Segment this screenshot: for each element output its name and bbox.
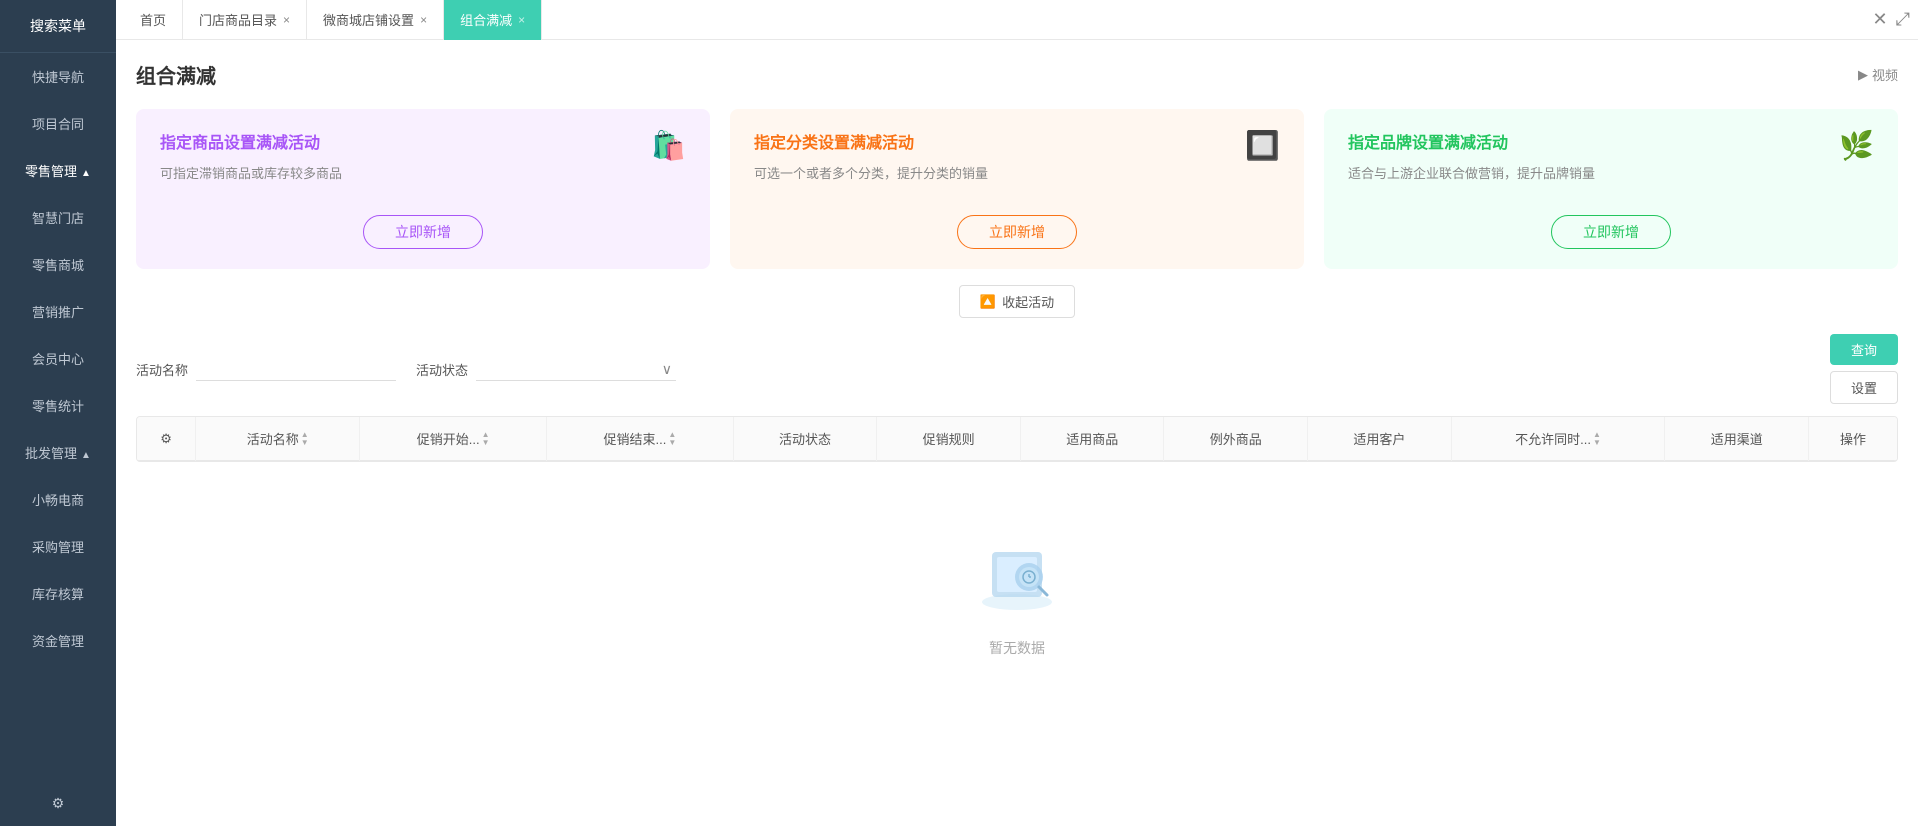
card-icon-brand-card: 🌿	[1839, 129, 1874, 162]
tab-combo-discount[interactable]: 组合满减 ×	[444, 0, 542, 40]
filter-actions: 查询 设置	[1830, 334, 1898, 404]
page-header: 组合满减 ▶ 视频	[136, 60, 1898, 89]
close-window-icon[interactable]: ✕	[1873, 9, 1888, 30]
sidebar: 搜索菜单 快捷导航项目合同零售管理智慧门店零售商城营销推广会员中心零售统计批发管…	[0, 0, 116, 826]
activity-name-filter: 活动名称	[136, 357, 396, 381]
activity-name-input[interactable]	[196, 357, 396, 381]
sidebar-item-project-contract[interactable]: 项目合同	[0, 100, 116, 147]
tab-label-wechat-settings: 微商城店铺设置	[323, 10, 414, 29]
activity-status-select-wrapper	[476, 357, 676, 381]
sidebar-item-member-center[interactable]: 会员中心	[0, 335, 116, 382]
sidebar-search[interactable]: 搜索菜单	[0, 0, 116, 53]
tab-bar: 首页 门店商品目录 × 微商城店铺设置 × 组合满减 × ✕ ⤢	[116, 0, 1918, 40]
th-settings: ⚙	[137, 417, 196, 461]
th-operations: 操作	[1809, 417, 1898, 461]
resize-window-icon[interactable]: ⤢	[1896, 9, 1910, 30]
empty-state: 暂无数据	[136, 462, 1898, 718]
tab-bar-actions: ✕ ⤢	[1873, 9, 1911, 30]
card-btn-product-card[interactable]: 立即新增	[363, 215, 483, 249]
sidebar-item-quick-nav[interactable]: 快捷导航	[0, 53, 116, 100]
th-promo-start[interactable]: 促销开始...▲▼	[360, 417, 547, 461]
main-area: 首页 门店商品目录 × 微商城店铺设置 × 组合满减 × ✕ ⤢ 组合满减 ▶ 视频 指定商…	[116, 0, 1918, 826]
card-title-product-card: 指定商品设置满减活动	[160, 129, 686, 153]
tab-label-store-catalog: 门店商品目录	[199, 10, 277, 29]
gear-icon: ⚙	[52, 795, 65, 811]
video-link[interactable]: ▶ 视频	[1858, 65, 1898, 84]
tab-close-combo-discount[interactable]: ×	[518, 13, 525, 27]
th-promo-rules: 促销规则	[877, 417, 1021, 461]
sidebar-item-retail-mall[interactable]: 零售商城	[0, 241, 116, 288]
sidebar-item-inventory[interactable]: 库存核算	[0, 570, 116, 617]
activity-name-label: 活动名称	[136, 360, 188, 379]
query-button[interactable]: 查询	[1830, 334, 1898, 365]
sidebar-item-wholesale-mgmt[interactable]: 批发管理	[0, 429, 116, 476]
th-applicable-customers: 适用客户	[1308, 417, 1452, 461]
sidebar-item-ecommerce[interactable]: 小畅电商	[0, 476, 116, 523]
activity-status-label: 活动状态	[416, 360, 468, 379]
tab-wechat-settings[interactable]: 微商城店铺设置 ×	[307, 0, 444, 40]
card-product-card: 指定商品设置满减活动可指定滞销商品或库存较多商品🛍️ 立即新增	[136, 109, 710, 269]
chevron-up-icon: 🔼	[980, 294, 996, 310]
page-title: 组合满减	[136, 60, 216, 89]
tab-close-wechat-settings[interactable]: ×	[420, 13, 427, 27]
card-icon-category-card: 🔲	[1245, 129, 1280, 162]
sidebar-item-retail-management[interactable]: 零售管理	[0, 147, 116, 194]
cards-row: 指定商品设置满减活动可指定滞销商品或库存较多商品🛍️立即新增指定分类设置满减活动…	[136, 109, 1898, 269]
play-icon: ▶	[1858, 67, 1868, 83]
tab-label-combo-discount: 组合满减	[460, 10, 512, 29]
sidebar-item-retail-stats[interactable]: 零售统计	[0, 382, 116, 429]
content-area: 组合满减 ▶ 视频 指定商品设置满减活动可指定滞销商品或库存较多商品🛍️ 立即新增…	[116, 40, 1918, 826]
collapse-bar: 🔼 收起活动	[136, 285, 1898, 318]
data-table: ⚙活动名称▲▼促销开始...▲▼促销结束...▲▼活动状态促销规则适用商品例外商…	[137, 417, 1897, 461]
th-applicable-goods: 适用商品	[1020, 417, 1164, 461]
card-title-brand-card: 指定品牌设置满减活动	[1348, 129, 1874, 153]
activity-status-filter: 活动状态	[416, 357, 676, 381]
card-btn-brand-card[interactable]: 立即新增	[1551, 215, 1671, 249]
th-applicable-channels: 适用渠道	[1665, 417, 1809, 461]
sidebar-settings[interactable]: ⚙	[0, 781, 116, 826]
tab-close-store-catalog[interactable]: ×	[283, 13, 290, 27]
sidebar-item-marketing[interactable]: 营销推广	[0, 288, 116, 335]
th-activity-name[interactable]: 活动名称▲▼	[196, 417, 360, 461]
card-brand-card: 指定品牌设置满减活动适合与上游企业联合做营销，提升品牌销量🌿 立即新增	[1324, 109, 1898, 269]
card-icon-product-card: 🛍️	[651, 129, 686, 162]
tab-home[interactable]: 首页	[124, 0, 183, 40]
th-no-concurrent[interactable]: 不允许同时...▲▼	[1451, 417, 1665, 461]
filter-bar: 活动名称 活动状态 查询 设置	[136, 334, 1898, 404]
sidebar-item-finance-mgmt[interactable]: 资金管理	[0, 617, 116, 664]
th-excluded-goods: 例外商品	[1164, 417, 1308, 461]
table-wrapper: ⚙活动名称▲▼促销开始...▲▼促销结束...▲▼活动状态促销规则适用商品例外商…	[136, 416, 1898, 462]
collapse-button[interactable]: 🔼 收起活动	[959, 285, 1075, 318]
tab-store-catalog[interactable]: 门店商品目录 ×	[183, 0, 307, 40]
card-category-card: 指定分类设置满减活动可选一个或者多个分类，提升分类的销量🔲 立即新增	[730, 109, 1304, 269]
card-desc-brand-card: 适合与上游企业联合做营销，提升品牌销量	[1348, 163, 1874, 199]
sidebar-item-smart-store[interactable]: 智慧门店	[0, 194, 116, 241]
sidebar-item-purchase-mgmt[interactable]: 采购管理	[0, 523, 116, 570]
card-title-category-card: 指定分类设置满减活动	[754, 129, 1280, 153]
card-btn-category-card[interactable]: 立即新增	[957, 215, 1077, 249]
tab-label-home: 首页	[140, 10, 166, 29]
setting-button[interactable]: 设置	[1830, 371, 1898, 404]
empty-icon	[967, 522, 1067, 622]
th-promo-end[interactable]: 促销结束...▲▼	[547, 417, 734, 461]
card-desc-category-card: 可选一个或者多个分类，提升分类的销量	[754, 163, 1280, 199]
empty-text: 暂无数据	[156, 638, 1878, 658]
card-desc-product-card: 可指定滞销商品或库存较多商品	[160, 163, 686, 199]
th-activity-status: 活动状态	[733, 417, 877, 461]
activity-status-select[interactable]	[476, 357, 676, 381]
